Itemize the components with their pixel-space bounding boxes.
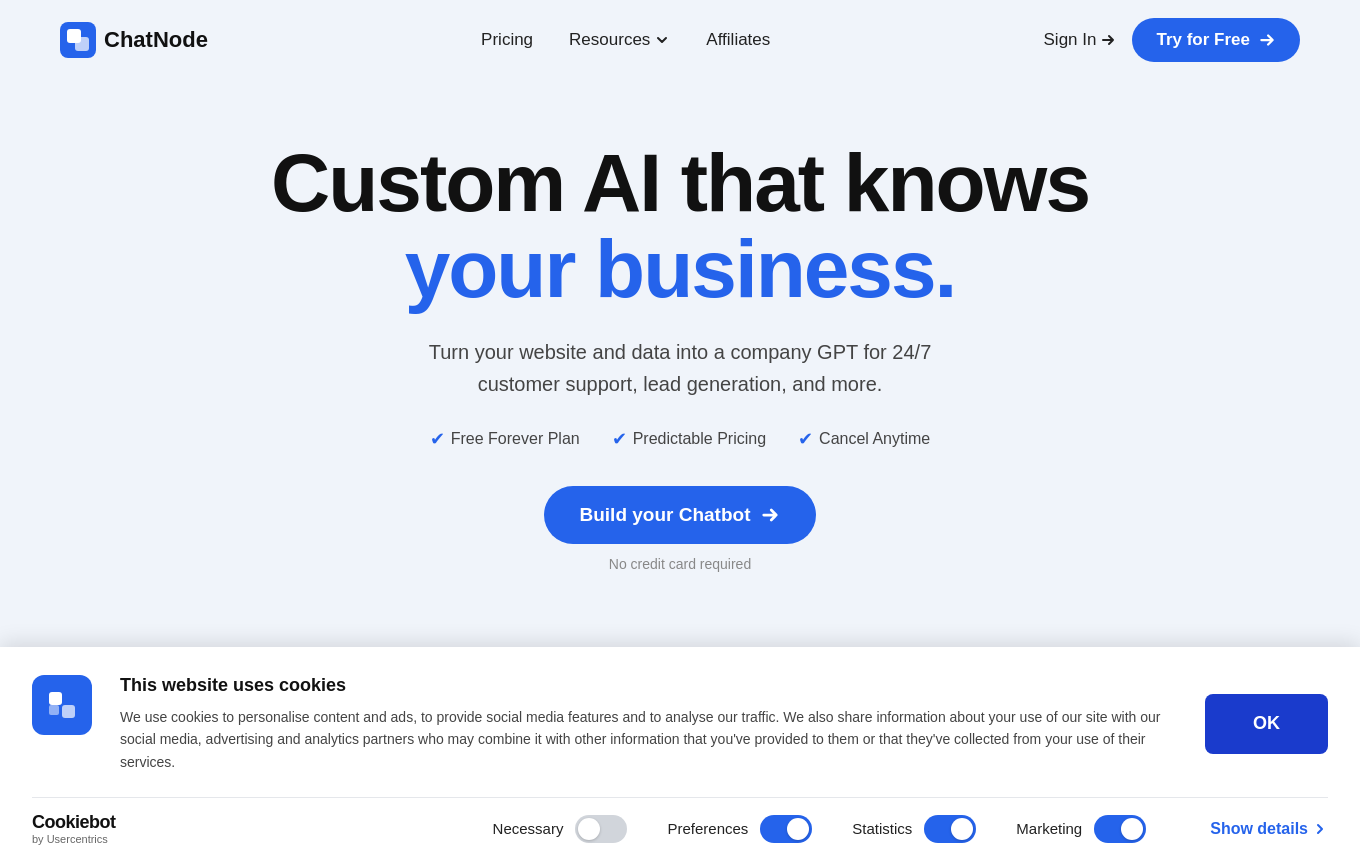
chevron-down-icon (654, 32, 670, 48)
cookie-banner: This website uses cookies We use cookies… (0, 647, 1360, 859)
svg-rect-5 (49, 705, 59, 715)
cookie-control-preferences: Preferences (667, 815, 812, 843)
nav-pricing[interactable]: Pricing (481, 30, 533, 50)
logo-link[interactable]: ChatNode (60, 22, 208, 58)
necessary-label: Necessary (493, 820, 564, 837)
svg-rect-2 (75, 37, 89, 51)
check-icon-3: ✔ (798, 428, 813, 450)
cookie-control-necessary: Necessary (493, 815, 628, 843)
check-icon-1: ✔ (430, 428, 445, 450)
marketing-toggle[interactable] (1094, 815, 1146, 843)
arrow-right-signin-icon (1100, 32, 1116, 48)
check-icon-2: ✔ (612, 428, 627, 450)
necessary-toggle[interactable] (575, 815, 627, 843)
statistics-toggle[interactable] (924, 815, 976, 843)
try-free-button[interactable]: Try for Free (1132, 18, 1300, 62)
hero-section: Custom AI that knows your business. Turn… (0, 80, 1360, 612)
nav-affiliates[interactable]: Affiliates (706, 30, 770, 50)
preferences-toggle[interactable] (760, 815, 812, 843)
cookie-control-marketing: Marketing (1016, 815, 1146, 843)
hero-title-line2: your business. (271, 226, 1089, 312)
hero-features: ✔ Free Forever Plan ✔ Predictable Pricin… (430, 428, 931, 450)
cookie-text-content: This website uses cookies We use cookies… (120, 675, 1177, 773)
nav-links: Pricing Resources Affiliates (481, 30, 770, 50)
nav-actions: Sign In Try for Free (1044, 18, 1300, 62)
chevron-right-icon (1312, 821, 1328, 837)
hero-feature-1: ✔ Free Forever Plan (430, 428, 580, 450)
cookie-top-section: This website uses cookies We use cookies… (0, 647, 1360, 797)
cookiebot-name: Cookiebot (32, 812, 116, 833)
cookie-ok-button[interactable]: OK (1205, 694, 1328, 754)
show-details-link[interactable]: Show details (1210, 820, 1328, 838)
cookiebot-brand: Cookiebot by Usercentrics (32, 812, 116, 845)
svg-rect-4 (62, 705, 75, 718)
chatnode-logo-icon (60, 22, 96, 58)
cookie-bottom-section: Cookiebot by Usercentrics Necessary Pref… (0, 798, 1360, 859)
hero-title: Custom AI that knows your business. (271, 140, 1089, 312)
preferences-label: Preferences (667, 820, 748, 837)
hero-title-line1: Custom AI that knows (271, 140, 1089, 226)
cookie-control-statistics: Statistics (852, 815, 976, 843)
cookie-title: This website uses cookies (120, 675, 1177, 696)
svg-rect-3 (49, 692, 62, 705)
statistics-label: Statistics (852, 820, 912, 837)
cookie-logo-icon (32, 675, 92, 735)
cookie-brand-icon (45, 688, 79, 722)
arrow-right-build-icon (760, 505, 780, 525)
arrow-right-try-icon (1258, 31, 1276, 49)
signin-link[interactable]: Sign In (1044, 30, 1117, 50)
hero-feature-3: ✔ Cancel Anytime (798, 428, 930, 450)
navbar: ChatNode Pricing Resources Affiliates Si… (0, 0, 1360, 80)
cookie-description: We use cookies to personalise content an… (120, 706, 1177, 773)
hero-subtitle: Turn your website and data into a compan… (429, 336, 932, 400)
hero-feature-2: ✔ Predictable Pricing (612, 428, 766, 450)
logo-text: ChatNode (104, 27, 208, 53)
nav-resources[interactable]: Resources (569, 30, 670, 50)
cookiebot-sub: by Usercentrics (32, 833, 108, 845)
build-chatbot-button[interactable]: Build your Chatbot (544, 486, 817, 544)
cookie-controls: Necessary Preferences Statistics Marketi… (493, 815, 1328, 843)
marketing-label: Marketing (1016, 820, 1082, 837)
no-credit-text: No credit card required (609, 556, 751, 572)
